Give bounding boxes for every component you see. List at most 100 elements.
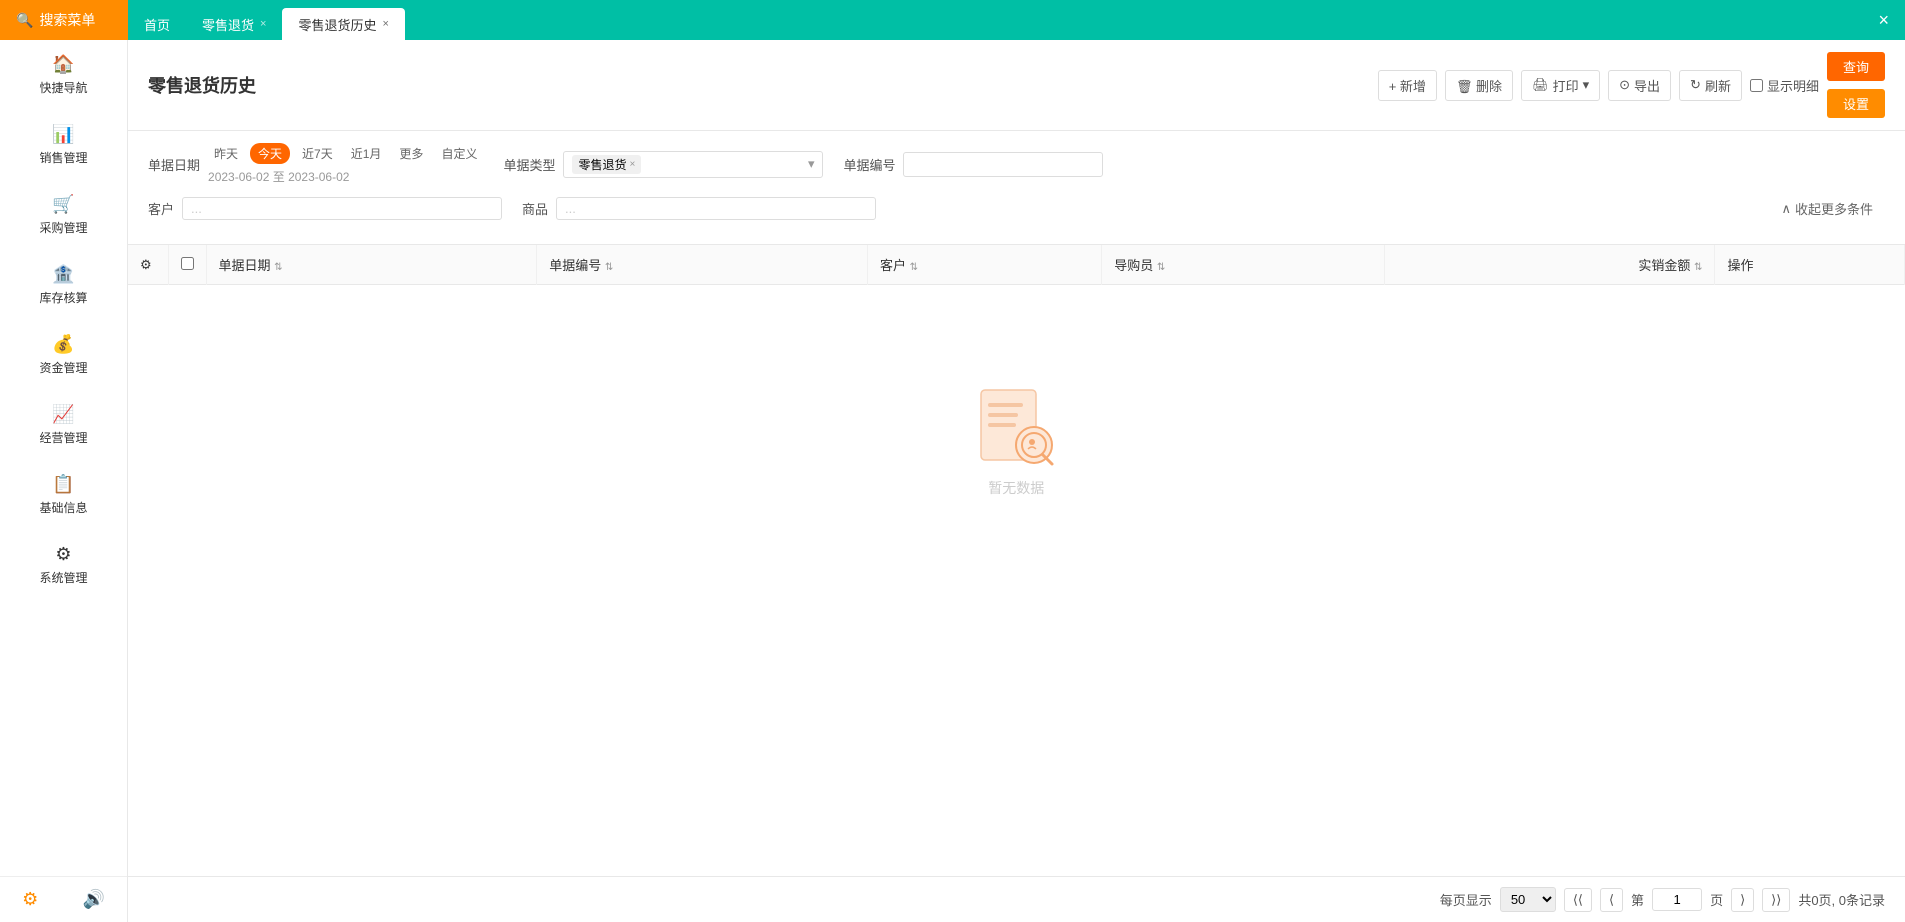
tab-retail-return-history-close[interactable]: ×: [382, 18, 388, 30]
customer-filter: 客户 ...: [148, 197, 502, 220]
filter-row-2: 客户 ... 商品 ... ∧ 收起更多条件: [148, 195, 1885, 222]
bill-no-input[interactable]: [903, 152, 1103, 177]
refresh-button[interactable]: ↻ 刷新: [1679, 70, 1742, 101]
th-checkbox[interactable]: [168, 245, 206, 285]
th-bill-date[interactable]: 单据日期 ⇅: [206, 245, 537, 285]
tab-retail-return-history-label: 零售退货历史: [298, 15, 376, 34]
tab-retail-return-close[interactable]: ×: [260, 18, 266, 30]
export-label: 导出: [1634, 76, 1660, 95]
select-all-checkbox[interactable]: [181, 257, 194, 270]
sidebar-item-quicknav[interactable]: 🏠 快捷导航: [0, 40, 127, 110]
pagination-bar: 每页显示 20 50 100 200 ⟨⟨ ⟨ 第 页 ⟩ ⟩⟩ 共0页, 0条…: [128, 876, 1905, 922]
inventory-icon: 🏦: [52, 264, 74, 285]
refresh-label: 刷新: [1705, 76, 1731, 95]
th-guide[interactable]: 导购员 ⇅: [1102, 245, 1384, 285]
date-7days[interactable]: 近7天: [296, 143, 339, 164]
print-button[interactable]: 🖨 打印 ▾: [1521, 70, 1600, 101]
table-settings-icon[interactable]: ⚙: [140, 257, 152, 272]
last-page-btn[interactable]: ⟩⟩: [1762, 888, 1790, 912]
th-customer[interactable]: 客户 ⇅: [868, 245, 1102, 285]
date-yesterday[interactable]: 昨天: [208, 143, 244, 164]
system-icon: ⚙: [55, 544, 71, 565]
basic-info-icon: 📋: [52, 474, 74, 495]
display-switch[interactable]: 显示明细: [1750, 76, 1819, 95]
bill-no-label: 单据编号: [843, 155, 895, 174]
sidebar-item-inventory-label: 库存核算: [39, 289, 87, 306]
th-amount[interactable]: 实销金额 ⇅: [1384, 245, 1715, 285]
date-more[interactable]: 更多: [393, 143, 429, 164]
page-number-input[interactable]: [1652, 888, 1702, 911]
page-size-select[interactable]: 20 50 100 200: [1500, 887, 1556, 912]
search-icon: 🔍: [16, 12, 33, 29]
goods-ellipsis: ...: [565, 201, 576, 216]
empty-icon: [966, 385, 1066, 478]
sidebar-item-sales[interactable]: 📊 销售管理: [0, 110, 127, 180]
date-today[interactable]: 今天: [250, 143, 290, 164]
collapse-filter-btn[interactable]: ∧ 收起更多条件: [1769, 195, 1885, 222]
sidebar-settings-btn[interactable]: ⚙: [22, 889, 38, 910]
sidebar-item-quicknav-label: 快捷导航: [39, 79, 87, 96]
customer-label: 客户: [148, 199, 174, 218]
page-size-label: 每页显示: [1440, 890, 1492, 909]
header-actions: + 新增 🗑 删除 🖨 打印 ▾ ⊙ 导出 ↻ 刷新 显示明细: [1378, 52, 1885, 118]
print-label: 打印: [1553, 76, 1579, 95]
goods-filter: 商品 ...: [522, 197, 876, 220]
sidebar-item-inventory[interactable]: 🏦 库存核算: [0, 250, 127, 320]
sidebar-item-finance[interactable]: 💰 资金管理: [0, 320, 127, 390]
sidebar-item-operations[interactable]: 📈 经营管理: [0, 390, 127, 460]
sidebar-item-operations-label: 经营管理: [39, 429, 87, 446]
empty-text: 暂无数据: [988, 478, 1044, 498]
delete-button[interactable]: 🗑 删除: [1445, 70, 1513, 101]
sidebar-bottom: ⚙ 🔊: [0, 876, 127, 922]
page-prefix-label: 第: [1631, 890, 1644, 909]
collapse-icon: ∧: [1781, 201, 1791, 217]
content-area: 零售退货历史 + 新增 🗑 删除 🖨 打印 ▾ ⊙ 导出 ↻ 刷新: [128, 40, 1905, 922]
sidebar-item-basic-info[interactable]: 📋 基础信息: [0, 460, 127, 530]
sidebar-audio-btn[interactable]: 🔊: [82, 889, 104, 910]
sidebar-item-sales-label: 销售管理: [39, 149, 87, 166]
setting-button[interactable]: 设置: [1827, 89, 1885, 118]
display-switch-checkbox[interactable]: [1750, 79, 1763, 92]
date-1month[interactable]: 近1月: [345, 143, 388, 164]
purchase-icon: 🛒: [52, 194, 74, 215]
bill-type-tag: 零售退货 ×: [572, 155, 641, 174]
tab-retail-return[interactable]: 零售退货 ×: [186, 8, 282, 40]
search-menu-btn[interactable]: 🔍 搜索菜单: [0, 0, 128, 40]
sidebar-item-finance-label: 资金管理: [39, 359, 87, 376]
th-bill-no[interactable]: 单据编号 ⇅: [537, 245, 868, 285]
date-filter: 单据日期 昨天 今天 近7天 近1月 更多 自定义 2023-06-02 至 2…: [148, 143, 483, 185]
guide-sort-icon: ⇅: [1157, 262, 1165, 273]
empty-state: 暂无数据: [128, 285, 1905, 598]
finance-icon: 💰: [52, 334, 74, 355]
filter-row-1: 单据日期 昨天 今天 近7天 近1月 更多 自定义 2023-06-02 至 2…: [148, 143, 1885, 185]
prev-page-btn[interactable]: ⟨: [1600, 888, 1623, 912]
th-operation: 操作: [1715, 245, 1905, 285]
bill-type-dropdown-arrow: ▾: [808, 156, 815, 172]
bill-type-dropdown[interactable]: 零售退货 × ▾: [563, 151, 823, 178]
th-settings[interactable]: ⚙: [128, 245, 168, 285]
amount-sort-icon: ⇅: [1694, 262, 1702, 273]
collapse-label: 收起更多条件: [1795, 199, 1873, 218]
first-page-btn[interactable]: ⟨⟨: [1564, 888, 1592, 912]
query-button[interactable]: 查询: [1827, 52, 1885, 81]
tab-retail-return-history[interactable]: 零售退货历史 ×: [282, 8, 404, 40]
export-button[interactable]: ⊙ 导出: [1608, 70, 1671, 101]
sidebar-item-purchase[interactable]: 🛒 采购管理: [0, 180, 127, 250]
bill-date-sort-icon: ⇅: [274, 262, 282, 273]
date-custom[interactable]: 自定义: [435, 143, 483, 164]
add-button[interactable]: + 新增: [1378, 70, 1437, 101]
bill-type-tag-value: 零售退货: [578, 156, 626, 173]
window-close-btn[interactable]: ×: [1862, 10, 1905, 31]
sales-icon: 📊: [52, 124, 74, 145]
sidebar-item-system[interactable]: ⚙ 系统管理: [0, 530, 127, 600]
customer-input[interactable]: ...: [182, 197, 502, 220]
goods-input[interactable]: ...: [556, 197, 876, 220]
tab-retail-return-label: 零售退货: [202, 15, 254, 34]
data-table: ⚙ 单据日期 ⇅ 单据编号 ⇅: [128, 245, 1905, 598]
th-bill-date-label: 单据日期: [219, 258, 271, 273]
bill-type-tag-close[interactable]: ×: [629, 159, 635, 170]
next-page-btn[interactable]: ⟩: [1731, 888, 1754, 912]
page-header: 零售退货历史 + 新增 🗑 删除 🖨 打印 ▾ ⊙ 导出 ↻ 刷新: [128, 40, 1905, 131]
date-options: 昨天 今天 近7天 近1月 更多 自定义 2023-06-02 至 2023-0…: [208, 143, 483, 185]
tab-home[interactable]: 首页: [128, 8, 186, 40]
